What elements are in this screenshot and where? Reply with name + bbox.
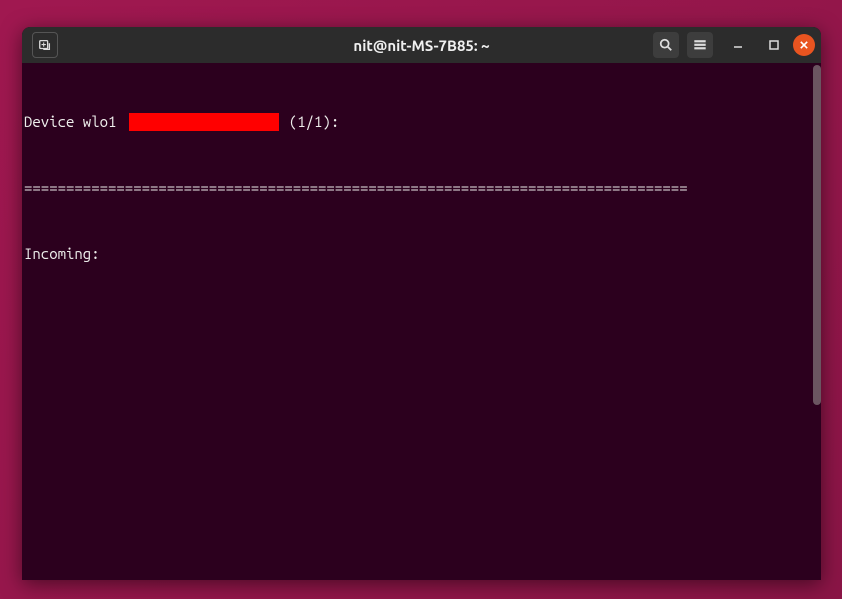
incoming-label: Incoming:: [24, 243, 821, 265]
close-icon: [800, 41, 808, 49]
new-tab-button[interactable]: [32, 32, 58, 58]
scrollbar[interactable]: [813, 65, 821, 405]
close-button[interactable]: [793, 34, 815, 56]
maximize-icon: [769, 40, 779, 50]
new-tab-icon: [38, 38, 52, 52]
device-line: Device wlo1 (1/1):: [24, 111, 821, 133]
maximize-button[interactable]: [763, 34, 785, 56]
terminal-content: Device wlo1 (1/1): =====================…: [22, 67, 821, 580]
device-prefix: Device wlo1: [24, 111, 125, 133]
titlebar-right-controls: [653, 32, 815, 58]
window-title: nit@nit-MS-7B85: ~: [353, 37, 489, 54]
redacted-ip: [129, 113, 279, 131]
search-button[interactable]: [653, 32, 679, 58]
terminal-body[interactable]: Device wlo1 (1/1): =====================…: [22, 63, 821, 580]
titlebar[interactable]: nit@nit-MS-7B85: ~: [22, 27, 821, 63]
search-icon: [659, 38, 673, 52]
terminal-window: nit@nit-MS-7B85: ~: [22, 27, 821, 580]
minimize-button[interactable]: [727, 34, 749, 56]
divider-line: ========================================…: [24, 177, 815, 199]
minimize-icon: [733, 40, 743, 50]
device-suffix: (1/1):: [289, 111, 339, 133]
incoming-stats: Curr: 0.00 Bit/s Avg: 512.00 Bit/s Min: …: [24, 573, 821, 580]
hamburger-icon: [693, 38, 707, 52]
titlebar-left-controls: [28, 32, 58, 58]
hamburger-menu-button[interactable]: [687, 32, 713, 58]
